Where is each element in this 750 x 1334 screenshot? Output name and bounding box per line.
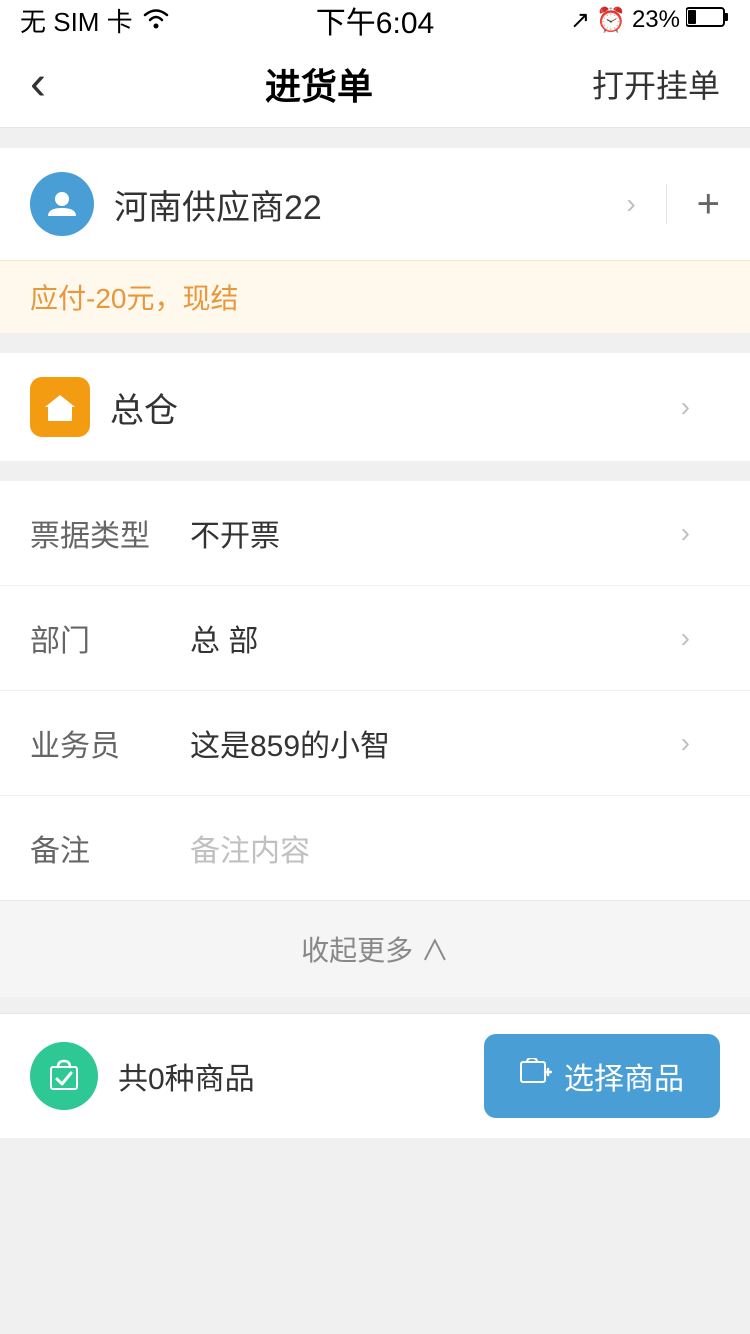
- form-section: 票据类型 不开票 › 部门 总 部 › 业务员 这是859的小智 › 备注 备注…: [0, 481, 750, 900]
- supplier-row[interactable]: 河南供应商22 › +: [0, 148, 750, 260]
- salesperson-row[interactable]: 业务员 这是859的小智 ›: [0, 690, 750, 795]
- invoice-type-chevron-icon: ›: [681, 517, 690, 549]
- warehouse-name: 总仓: [110, 383, 681, 432]
- product-bar: 共0种商品 选择商品: [0, 1013, 750, 1138]
- section-gap-4: [0, 997, 750, 1013]
- status-bar: 无 SIM 卡 下午6:04 ↗ ⏰ 23%: [0, 0, 750, 40]
- warehouse-row[interactable]: 总仓 ›: [0, 353, 750, 461]
- remark-row[interactable]: 备注 备注内容: [0, 795, 750, 900]
- department-label: 部门: [30, 616, 170, 660]
- battery-text: 23%: [632, 6, 680, 34]
- department-chevron-icon: ›: [681, 622, 690, 654]
- section-gap-2: [0, 333, 750, 353]
- wifi-icon: [141, 5, 171, 36]
- notice-bar: 应付-20元，现结: [0, 260, 750, 333]
- section-gap-3: [0, 461, 750, 481]
- invoice-type-value: 不开票: [190, 511, 681, 555]
- salesperson-label: 业务员: [30, 721, 170, 765]
- supplier-section: 河南供应商22 › + 应付-20元，现结: [0, 148, 750, 333]
- product-count-text: 共0种商品: [118, 1054, 484, 1098]
- notice-text: 应付-20元，现结: [30, 283, 238, 314]
- department-value: 总 部: [190, 616, 681, 660]
- collapse-toggle[interactable]: 收起更多 ∧: [0, 900, 750, 997]
- status-carrier: 无 SIM 卡: [20, 2, 171, 39]
- invoice-type-row[interactable]: 票据类型 不开票 ›: [0, 481, 750, 585]
- section-gap-1: [0, 128, 750, 148]
- status-time: 下午6:04: [316, 0, 434, 42]
- alarm-icon: ⏰: [596, 6, 626, 35]
- page-title: 进货单: [265, 58, 373, 110]
- warehouse-icon: [30, 377, 90, 437]
- product-icon: [30, 1042, 98, 1110]
- select-product-label: 选择商品: [564, 1054, 684, 1098]
- warehouse-chevron-icon: ›: [681, 391, 690, 423]
- nav-bar: ‹ 进货单 打开挂单: [0, 40, 750, 128]
- collapse-label: 收起更多 ∧: [301, 929, 449, 969]
- divider: [666, 184, 667, 224]
- carrier-text: 无 SIM 卡: [20, 2, 133, 39]
- warehouse-section: 总仓 ›: [0, 353, 750, 461]
- supplier-avatar: [30, 172, 94, 236]
- battery-icon: [686, 6, 730, 35]
- status-right: ↗ ⏰ 23%: [570, 6, 730, 35]
- salesperson-chevron-icon: ›: [681, 727, 690, 759]
- supplier-chevron-icon: ›: [626, 188, 635, 220]
- select-product-button[interactable]: 选择商品: [484, 1034, 720, 1118]
- select-product-icon: [520, 1058, 552, 1094]
- location-icon: ↗: [570, 6, 590, 35]
- add-supplier-button[interactable]: +: [697, 182, 720, 227]
- invoice-type-label: 票据类型: [30, 511, 170, 555]
- open-pending-button[interactable]: 打开挂单: [592, 61, 720, 107]
- department-row[interactable]: 部门 总 部 ›: [0, 585, 750, 690]
- remark-label: 备注: [30, 826, 170, 870]
- supplier-name: 河南供应商22: [114, 180, 626, 229]
- remark-input[interactable]: 备注内容: [190, 826, 720, 870]
- back-button[interactable]: ‹: [30, 56, 46, 111]
- salesperson-value: 这是859的小智: [190, 721, 681, 765]
